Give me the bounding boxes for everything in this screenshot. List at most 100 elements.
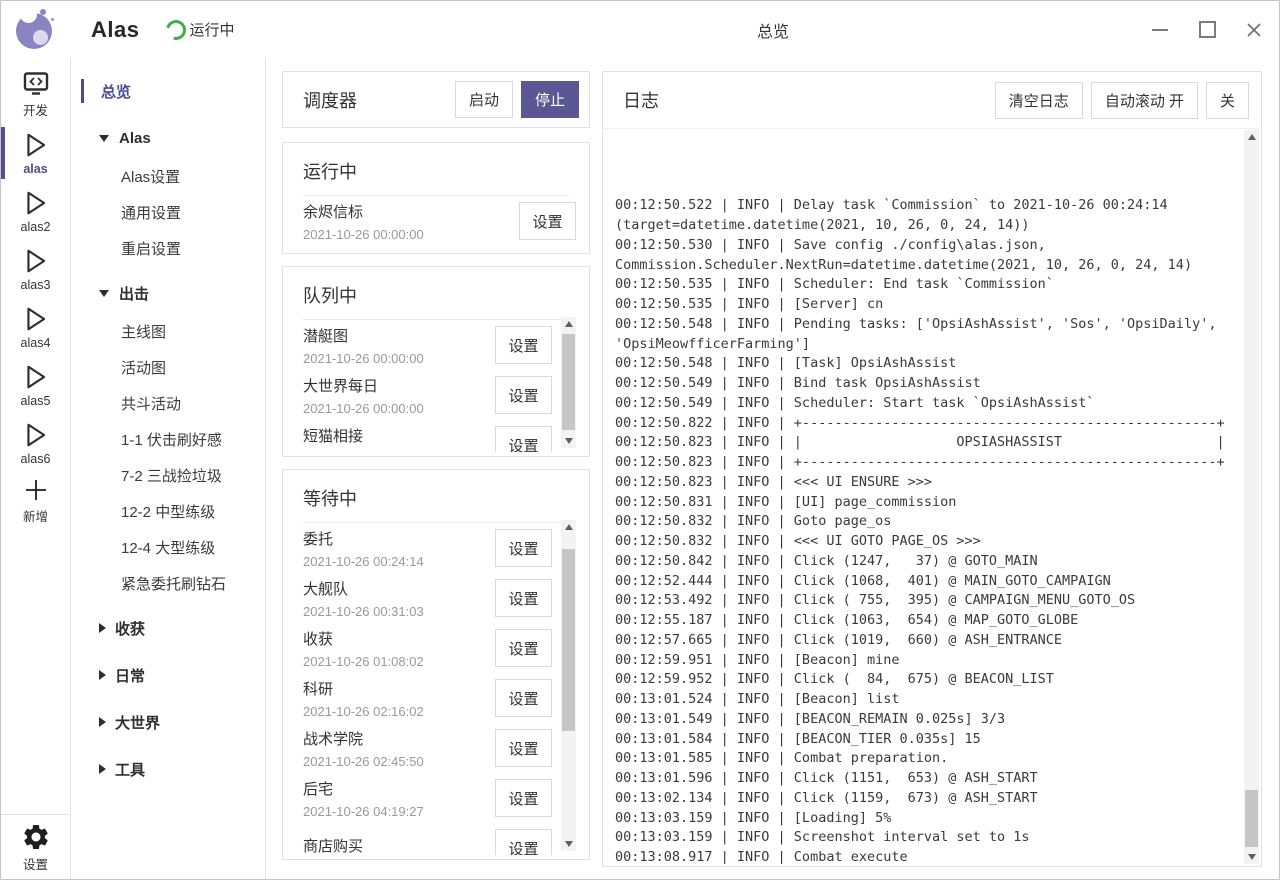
menu-item[interactable]: 大世界 [71,702,265,742]
waiting-scrollbar [561,520,576,851]
menu-item[interactable]: 总览 [71,71,265,111]
menu-item-label: 活动图 [121,357,166,378]
log-line: 00:13:01.549 | INFO | [BEACON_REMAIN 0.0… [615,710,1239,730]
titlebar: Alas 运行中 总览 [1,1,1279,59]
close-button[interactable] [1245,21,1263,39]
task-setting-button[interactable]: 设置 [495,629,552,667]
scroll-down-button[interactable] [561,434,576,448]
log-line: 00:13:02.134 | INFO | Click (1159, 673) … [615,789,1239,809]
sidebar-item-dev[interactable]: 开发 [1,66,70,124]
menu-item[interactable]: 共斗活动 [71,385,265,421]
menu-item[interactable]: 通用设置 [71,194,265,230]
log-line: 00:12:59.951 | INFO | [Beacon] mine [615,651,1239,671]
task-time: 2021-10-26 00:24:14 [303,554,495,569]
scrollbar-thumb[interactable] [562,334,575,430]
menu-item[interactable]: 7-2 三战捡垃圾 [71,457,265,493]
sidebar-item-alas5[interactable]: alas5 [1,356,70,414]
task-setting-button[interactable]: 设置 [519,202,576,240]
scroll-down-button[interactable] [1244,850,1259,864]
menu-item[interactable]: 1-1 伏击刷好感 [71,421,265,457]
scrollbar-thumb[interactable] [562,549,575,731]
minimize-button[interactable] [1151,21,1169,39]
menu-item[interactable]: 重启设置 [71,230,265,266]
alas-app-window: Alas 运行中 总览 开发 alas [0,0,1280,880]
task-setting-button[interactable]: 设置 [495,426,552,452]
brand: Alas 运行中 [1,9,235,51]
task-name: 后宅 [303,778,495,799]
sidebar-item-alas2[interactable]: alas2 [1,182,70,240]
log-line: 00:12:52.444 | INFO | Click (1068, 401) … [615,572,1239,592]
play-icon [23,305,49,333]
play-icon [23,421,49,449]
task-info: 短猫相接 2021-10-26 00:00:00 [303,425,495,453]
autoscroll-on-button[interactable]: 自动滚动 开 [1091,82,1198,119]
task-row: 后宅 2021-10-26 04:19:27 设置 [303,773,552,823]
group-chevron-icon [99,135,109,142]
scheduler-title: 调度器 [303,87,455,113]
task-row: 战术学院 2021-10-26 02:45:50 设置 [303,723,552,773]
scroll-up-button[interactable] [561,317,576,331]
menu-item[interactable]: 主线图 [71,313,265,349]
sidebar-item-alas6[interactable]: alas6 [1,414,70,472]
running-task-list: 余烬信标 2021-10-26 00:00:00 设置 [303,196,576,246]
menu-item[interactable]: 出击 [71,273,265,313]
task-name: 大世界每日 [303,375,495,396]
sidebar-item-alas3[interactable]: alas3 [1,240,70,298]
sidebar-item-alas[interactable]: alas [1,124,70,182]
stop-button[interactable]: 停止 [521,81,579,118]
log-line: 00:12:50.548 | INFO | Pending tasks: ['O… [615,315,1239,335]
scrollbar-thumb[interactable] [1245,790,1258,847]
scroll-up-button[interactable] [561,520,576,534]
sidebar-item-alas4[interactable]: alas4 [1,298,70,356]
task-setting-button[interactable]: 设置 [495,529,552,567]
log-line: 00:12:50.823 | INFO | +-----------------… [615,453,1239,473]
log-line: 00:12:55.187 | INFO | Click (1063, 654) … [615,611,1239,631]
task-setting-button[interactable]: 设置 [495,326,552,364]
menu-item[interactable]: 工具 [71,749,265,789]
log-line: 00:12:50.522 | INFO | Delay task `Commis… [615,196,1239,216]
log-output[interactable]: 00:12:50.522 | INFO | Delay task `Commis… [615,129,1239,864]
menu-item[interactable]: 12-4 大型练级 [71,529,265,565]
menu-item[interactable]: 紧急委托刷钻石 [71,565,265,601]
task-setting-button[interactable]: 设置 [495,679,552,717]
menu-item-label: 工具 [115,759,145,780]
scroll-up-button[interactable] [1244,130,1259,144]
waiting-task-list: 委托 2021-10-26 00:24:14 设置 大舰队 2021-10-26… [303,523,576,855]
log-line: Commission.Scheduler.NextRun=datetime.da… [615,256,1239,276]
menu-item[interactable]: 收获 [71,608,265,648]
task-time: 2021-10-26 00:00:00 [303,351,495,366]
log-line: 00:13:03.159 | INFO | Screenshot interva… [615,828,1239,848]
clear-log-button[interactable]: 清空日志 [995,82,1083,119]
window-controls [1151,1,1263,58]
menu-item[interactable]: Alas [71,118,265,158]
task-setting-button[interactable]: 设置 [495,729,552,767]
app-title: Alas [91,17,139,43]
menu-item[interactable]: Alas设置 [71,158,265,194]
task-setting-button[interactable]: 设置 [495,779,552,817]
menu-item-label: 重启设置 [121,238,181,259]
running-status-label: 运行中 [189,19,234,40]
log-line: (target=datetime.datetime(2021, 10, 26, … [615,216,1239,236]
autoscroll-off-button[interactable]: 关 [1206,82,1249,119]
menu-item-label: 大世界 [115,712,160,733]
menu-item[interactable]: 活动图 [71,349,265,385]
sidebar-item-settings[interactable]: 设置 [1,814,70,879]
rail-label: alas6 [21,452,51,466]
sidebar-item-add-instance[interactable]: 新增 [1,472,70,530]
rail-label: alas5 [21,394,51,408]
task-setting-button[interactable]: 设置 [495,829,552,855]
maximize-button[interactable] [1198,21,1216,39]
group-chevron-icon [99,764,106,774]
start-button[interactable]: 启动 [455,81,513,118]
menu-item[interactable]: 12-2 中型练级 [71,493,265,529]
code-monitor-icon [22,71,50,97]
task-setting-button[interactable]: 设置 [495,376,552,414]
task-name: 余烬信标 [303,201,519,222]
play-icon [23,131,49,159]
task-setting-button[interactable]: 设置 [495,579,552,617]
log-line: 00:12:50.548 | INFO | [Task] OpsiAshAssi… [615,354,1239,374]
group-chevron-icon [99,670,106,680]
task-info: 战术学院 2021-10-26 02:45:50 [303,728,495,769]
menu-item[interactable]: 日常 [71,655,265,695]
scroll-down-button[interactable] [561,837,576,851]
